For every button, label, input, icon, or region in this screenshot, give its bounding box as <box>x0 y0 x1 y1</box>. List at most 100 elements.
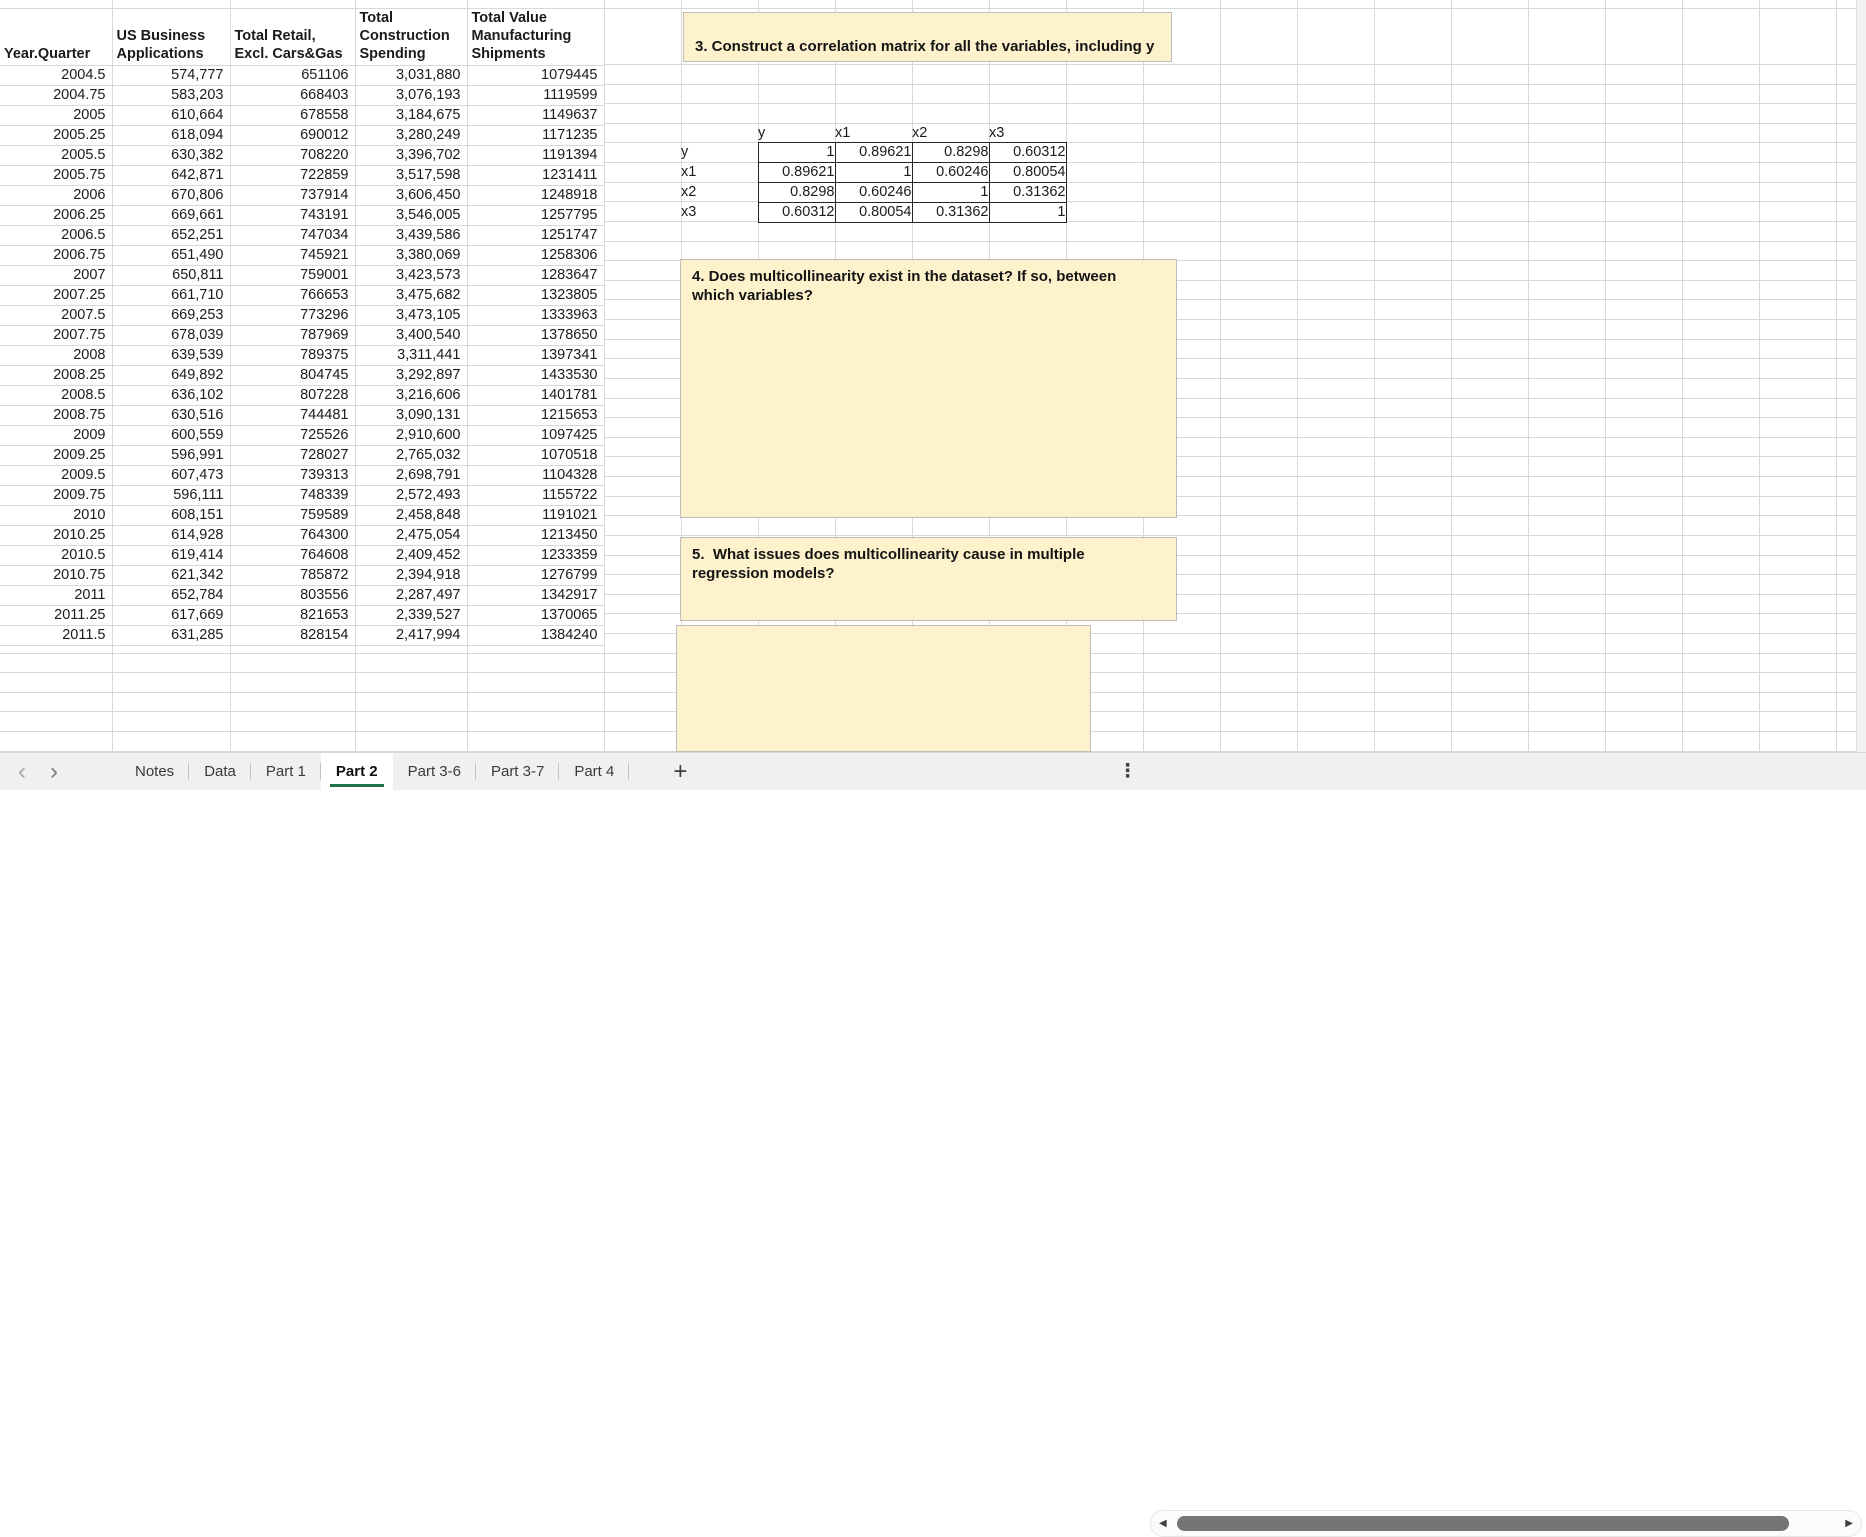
matrix-cell[interactable]: 1 <box>911 181 990 203</box>
cell[interactable]: 618,094 <box>112 125 231 146</box>
cell[interactable]: 1097425 <box>467 425 605 446</box>
cell[interactable]: 2011.5 <box>0 625 113 646</box>
cell[interactable]: 2,339,527 <box>355 605 468 626</box>
cell[interactable]: 2006.5 <box>0 225 113 246</box>
cell[interactable]: 722859 <box>230 165 356 186</box>
cell[interactable]: 651,490 <box>112 245 231 266</box>
cell[interactable]: 737914 <box>230 185 356 206</box>
column-header[interactable]: Total Value Manufacturing Shipments <box>467 8 605 66</box>
cell[interactable]: 2004.75 <box>0 85 113 106</box>
cell[interactable]: 744481 <box>230 405 356 426</box>
cell[interactable]: 619,414 <box>112 545 231 566</box>
matrix-row-header[interactable]: x2 <box>681 182 758 202</box>
matrix-row-header[interactable]: x1 <box>681 162 758 182</box>
cell[interactable]: 2,475,054 <box>355 525 468 546</box>
sheet-nav-right-icon[interactable]: › <box>38 754 70 790</box>
cell[interactable]: 2008 <box>0 345 113 366</box>
cell[interactable]: 2,409,452 <box>355 545 468 566</box>
cell[interactable]: 2009.25 <box>0 445 113 466</box>
cell[interactable] <box>355 0 468 9</box>
matrix-cell[interactable]: 0.8298 <box>911 141 990 163</box>
cell[interactable]: 728027 <box>230 445 356 466</box>
cell[interactable]: 3,184,675 <box>355 105 468 126</box>
cell[interactable]: 708220 <box>230 145 356 166</box>
sheet-tab-data[interactable]: Data <box>189 753 251 790</box>
cell[interactable]: 608,151 <box>112 505 231 526</box>
cell[interactable]: 678558 <box>230 105 356 126</box>
cell[interactable]: 596,991 <box>112 445 231 466</box>
cell[interactable]: 1342917 <box>467 585 605 606</box>
cell[interactable]: 747034 <box>230 225 356 246</box>
cell[interactable]: 1248918 <box>467 185 605 206</box>
cell[interactable]: 1257795 <box>467 205 605 226</box>
cell[interactable]: 2010 <box>0 505 113 526</box>
cell[interactable]: 3,400,540 <box>355 325 468 346</box>
cell[interactable]: 821653 <box>230 605 356 626</box>
cell[interactable]: 1171235 <box>467 125 605 146</box>
cell[interactable]: 2,417,994 <box>355 625 468 646</box>
cell[interactable]: 1276799 <box>467 565 605 586</box>
cell[interactable]: 2007.25 <box>0 285 113 306</box>
cell[interactable]: 574,777 <box>112 65 231 86</box>
cell[interactable]: 1079445 <box>467 65 605 86</box>
matrix-cell[interactable]: 0.60246 <box>834 181 913 203</box>
cell[interactable] <box>230 0 356 9</box>
cell[interactable]: 2009.75 <box>0 485 113 506</box>
matrix-cell[interactable]: 0.60312 <box>988 141 1067 163</box>
cell[interactable]: 828154 <box>230 625 356 646</box>
cell[interactable]: 2011.25 <box>0 605 113 626</box>
cell[interactable]: 2,458,848 <box>355 505 468 526</box>
matrix-cell[interactable]: 0.89621 <box>757 161 836 183</box>
cell[interactable]: 670,806 <box>112 185 231 206</box>
cell[interactable]: 642,871 <box>112 165 231 186</box>
cell[interactable]: 3,546,005 <box>355 205 468 226</box>
cell[interactable]: 2010.5 <box>0 545 113 566</box>
matrix-cell[interactable]: 0.31362 <box>988 181 1067 203</box>
cell[interactable]: 785872 <box>230 565 356 586</box>
cell[interactable]: 652,784 <box>112 585 231 606</box>
cell[interactable]: 3,606,450 <box>355 185 468 206</box>
vertical-scrollbar[interactable] <box>1856 0 1866 752</box>
cell[interactable]: 743191 <box>230 205 356 226</box>
cell[interactable]: 2006.25 <box>0 205 113 226</box>
cell[interactable]: 661,710 <box>112 285 231 306</box>
cell[interactable]: 3,380,069 <box>355 245 468 266</box>
cell[interactable]: 1397341 <box>467 345 605 366</box>
cell[interactable]: 2010.25 <box>0 525 113 546</box>
cell[interactable]: 610,664 <box>112 105 231 126</box>
cell[interactable]: 3,423,573 <box>355 265 468 286</box>
cell[interactable]: 725526 <box>230 425 356 446</box>
cell[interactable]: 2008.25 <box>0 365 113 386</box>
cell[interactable]: 3,216,606 <box>355 385 468 406</box>
cell[interactable]: 764300 <box>230 525 356 546</box>
cell[interactable]: 1231411 <box>467 165 605 186</box>
matrix-row-header[interactable]: y <box>681 142 758 162</box>
cell[interactable] <box>0 0 113 9</box>
cell[interactable]: 3,517,598 <box>355 165 468 186</box>
matrix-cell[interactable]: 1 <box>757 141 836 163</box>
cell[interactable]: 2005.5 <box>0 145 113 166</box>
cell[interactable]: 807228 <box>230 385 356 406</box>
cell[interactable]: 764608 <box>230 545 356 566</box>
cell[interactable]: 690012 <box>230 125 356 146</box>
cell[interactable]: 745921 <box>230 245 356 266</box>
cell[interactable]: 3,280,249 <box>355 125 468 146</box>
cell[interactable]: 789375 <box>230 345 356 366</box>
scroll-left-icon[interactable]: ◀ <box>1159 1511 1167 1536</box>
matrix-col-header[interactable]: x2 <box>912 123 989 143</box>
cell[interactable]: 773296 <box>230 305 356 326</box>
cell[interactable]: 1433530 <box>467 365 605 386</box>
cell[interactable]: 2006 <box>0 185 113 206</box>
cell[interactable]: 2010.75 <box>0 565 113 586</box>
cell[interactable]: 621,342 <box>112 565 231 586</box>
matrix-col-header[interactable]: x1 <box>835 123 912 143</box>
cell[interactable]: 668403 <box>230 85 356 106</box>
cell[interactable]: 739313 <box>230 465 356 486</box>
horizontal-scrollbar[interactable]: ◀ ▶ <box>1150 1510 1862 1537</box>
matrix-cell[interactable]: 0.31362 <box>911 201 990 223</box>
sheet-tabs-more-button[interactable]: ⋮ <box>1118 753 1137 791</box>
cell[interactable]: 2009 <box>0 425 113 446</box>
cell[interactable]: 652,251 <box>112 225 231 246</box>
cell[interactable]: 3,475,682 <box>355 285 468 306</box>
cell[interactable]: 2004.5 <box>0 65 113 86</box>
